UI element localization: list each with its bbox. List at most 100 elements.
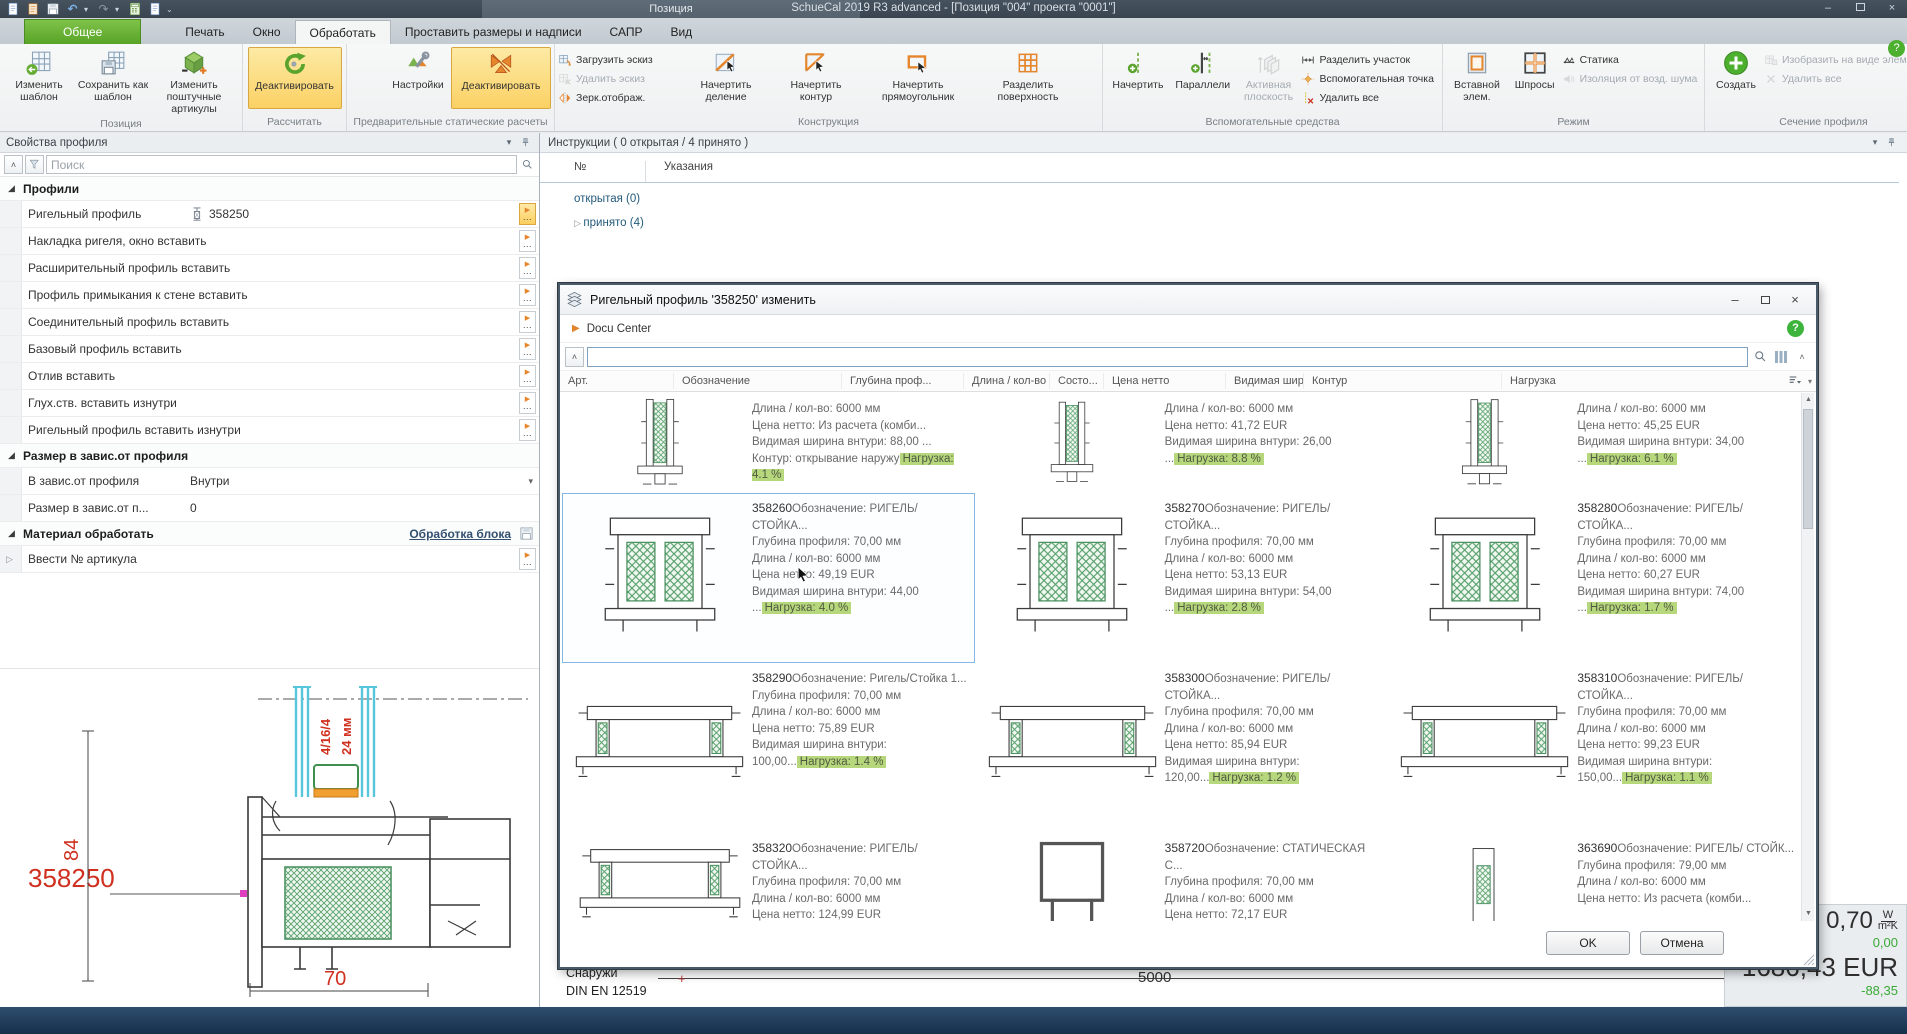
browse-button[interactable]: ▶... [519, 365, 536, 387]
row-extension-profile[interactable]: Расширительный профиль вставить ▶... [0, 255, 539, 282]
delete-all-aux-button[interactable]: Удалить все [1301, 89, 1439, 106]
mirror-button[interactable]: Зерк.отображ. [558, 89, 680, 106]
undo-icon[interactable]: ↶ [64, 2, 81, 17]
scroll-up-arrow[interactable]: ▲ [1802, 393, 1815, 407]
divide-section-button[interactable]: Разделить участок [1301, 51, 1439, 68]
instructions-menu-icon[interactable]: ▾ [1867, 136, 1883, 150]
change-articles-button[interactable]: Изменить поштучные артикулы [151, 47, 237, 118]
profile-tile[interactable]: Длина / кол-во: 6000 мм Цена нетто: 41,7… [975, 393, 1388, 493]
settings-button[interactable]: Настройки [385, 47, 451, 109]
maximize-button[interactable] [1851, 2, 1869, 14]
sidebar-search-input[interactable] [46, 155, 517, 174]
undo-dropdown-icon[interactable]: ▾ [84, 5, 92, 14]
deactivate-calc-button[interactable]: Деактивировать [247, 47, 342, 109]
draw-rectangle-button[interactable]: Начертить прямоугольник [860, 47, 976, 106]
profile-tile[interactable]: 358310Обозначение: РИГЕЛЬ/СТОЙКА... Глуб… [1387, 663, 1800, 833]
browse-button[interactable]: ▶... [519, 311, 536, 333]
column-number[interactable]: № [574, 161, 586, 173]
section-profiles[interactable]: ◢ Профили [0, 177, 539, 201]
tab-print[interactable]: Печать [171, 20, 238, 44]
instructions-pin-icon[interactable] [1883, 136, 1899, 150]
row-size-offset[interactable]: Размер в завис.от п... 0 [0, 495, 539, 522]
collapsed-icon[interactable]: ▷ [6, 554, 15, 565]
col-state[interactable]: Состо... [1050, 373, 1104, 389]
help-icon[interactable]: ? [1888, 40, 1905, 57]
tree-row-accepted[interactable]: ▷ принято (4) [574, 217, 644, 229]
browse-button[interactable]: ▶... [519, 419, 536, 441]
row-connector-profile[interactable]: Соединительный профиль вставить ▶... [0, 309, 539, 336]
dialog-titlebar[interactable]: Ригельный профиль '358250' изменить – × [560, 285, 1816, 315]
browse-button[interactable]: ▶... [519, 230, 536, 252]
col-designation[interactable]: Обозначение [674, 373, 842, 389]
col-depth[interactable]: Глубина проф... [842, 373, 964, 389]
dialog-close-button[interactable]: × [1780, 290, 1810, 310]
delete-all-section-button[interactable]: Удалить все [1764, 70, 1907, 87]
tab-window[interactable]: Окно [239, 20, 295, 44]
rigel-browse-button[interactable]: ▶... [519, 203, 536, 225]
row-rigel-inside[interactable]: Ригельный профиль вставить изнутри ▶... [0, 417, 539, 444]
dropdown-icon[interactable]: ▾ [528, 476, 533, 487]
noise-insulation-button[interactable]: Изоляция от возд. шума [1562, 70, 1701, 87]
browse-button[interactable]: ▶... [519, 284, 536, 306]
profile-tile[interactable]: 363690Обозначение: РИГЕЛЬ/ СТОЙК... Глуб… [1387, 833, 1800, 921]
profile-tile-selected[interactable]: 358260Обозначение: РИГЕЛЬ/СТОЙКА... Глуб… [562, 493, 975, 663]
size-dependent-value[interactable]: Внутри [190, 474, 230, 488]
dialog-search-input[interactable] [587, 346, 1748, 367]
row-rigel-profile[interactable]: Ригельный профиль 358250 ▶... [0, 201, 539, 228]
dialog-minimize-button[interactable]: – [1720, 290, 1750, 310]
row-base-profile[interactable]: Базовый профиль вставить ▶... [0, 336, 539, 363]
size-offset-value[interactable]: 0 [190, 501, 197, 515]
sort-icon[interactable] [1786, 372, 1804, 390]
statics-button[interactable]: Статика [1562, 51, 1701, 68]
tab-view[interactable]: Вид [656, 20, 706, 44]
minimize-button[interactable]: – [1819, 2, 1837, 14]
tab-general[interactable]: Общее [24, 19, 142, 44]
change-template-button[interactable]: Изменить шаблон [3, 47, 75, 106]
row-wall-adjacent-profile[interactable]: Профиль примыкания к стене вставить ▶... [0, 282, 539, 309]
col-load[interactable]: Нагрузка [1502, 373, 1786, 389]
column-instructions[interactable]: Указания [664, 161, 713, 173]
profile-tile[interactable]: 358280Обозначение: РИГЕЛЬ/СТОЙКА... Глуб… [1387, 493, 1800, 663]
cancel-button[interactable]: Отмена [1640, 931, 1724, 955]
dialog-collapse-button[interactable]: ˄ [565, 346, 584, 367]
dialog-maximize-button[interactable] [1750, 290, 1780, 310]
section-size[interactable]: ◢ Размер в завис.от профиля [0, 444, 539, 468]
browse-button[interactable]: ▶... [519, 257, 536, 279]
docu-center-link[interactable]: Docu Center [587, 323, 1787, 335]
ok-button[interactable]: OK [1546, 931, 1630, 955]
tab-edit[interactable]: Обработать [294, 20, 391, 44]
sprossen-button[interactable]: Шпросы [1508, 47, 1562, 94]
row-fixed-glazing-inside[interactable]: Глух.ств. вставить изнутри ▶... [0, 390, 539, 417]
load-sketch-button[interactable]: Загрузить эскиз [558, 51, 680, 68]
collapse-all-button[interactable]: ˄ [4, 155, 23, 174]
scroll-down-arrow[interactable]: ▼ [1802, 907, 1815, 921]
profile-tile[interactable]: 358720Обозначение: СТАТИЧЕСКАЯ С... Глуб… [975, 833, 1388, 921]
sort-dropdown-icon[interactable]: ▾ [1804, 377, 1816, 386]
aux-point-button[interactable]: Вспомогательная точка [1301, 70, 1439, 87]
row-size-dependent[interactable]: В завис.от профиля Внутри ▾ [0, 468, 539, 495]
browse-button[interactable]: ▶... [519, 338, 536, 360]
profile-tile[interactable]: 358300Обозначение: РИГЕЛЬ/СТОЙКА... Глуб… [975, 663, 1388, 833]
open-icon[interactable] [24, 2, 41, 17]
calculate-icon[interactable] [126, 2, 143, 17]
filter-button[interactable] [25, 155, 44, 174]
dialog-search-icon[interactable] [1751, 348, 1769, 366]
profile-tile[interactable]: 358320Обозначение: РИГЕЛЬ/СТОЙКА... Глуб… [562, 833, 975, 921]
expanded-icon[interactable]: ◢ [8, 528, 17, 539]
save-as-template-button[interactable]: Сохранить как шаблон [75, 47, 151, 106]
dialog-help-icon[interactable]: ? [1787, 320, 1804, 337]
tab-cad[interactable]: САПР [596, 20, 657, 44]
draw-contour-button[interactable]: Начертить контур [772, 47, 860, 106]
draw-aux-button[interactable]: Начертить [1106, 47, 1170, 94]
profile-tile[interactable]: Длина / кол-во: 6000 мм Цена нетто: 45,2… [1387, 393, 1800, 493]
col-length[interactable]: Длина / кол-во [964, 373, 1050, 389]
sidebar-search-icon[interactable] [519, 158, 535, 172]
row-drip-profile[interactable]: Отлив вставить ▶... [0, 363, 539, 390]
save-icon[interactable] [44, 2, 61, 17]
deactivate-prestatic-button[interactable]: Деактивировать [451, 47, 551, 109]
profile-tile[interactable]: Длина / кол-во: 6000 мм Цена нетто: Из р… [562, 393, 975, 493]
draw-division-button[interactable]: Начертить деление [680, 47, 772, 106]
section-material[interactable]: ◢ Материал обработать Обработка блока [0, 522, 539, 546]
tree-row-open[interactable]: открытая (0) [574, 193, 640, 205]
browse-button[interactable]: ▶... [519, 548, 536, 570]
